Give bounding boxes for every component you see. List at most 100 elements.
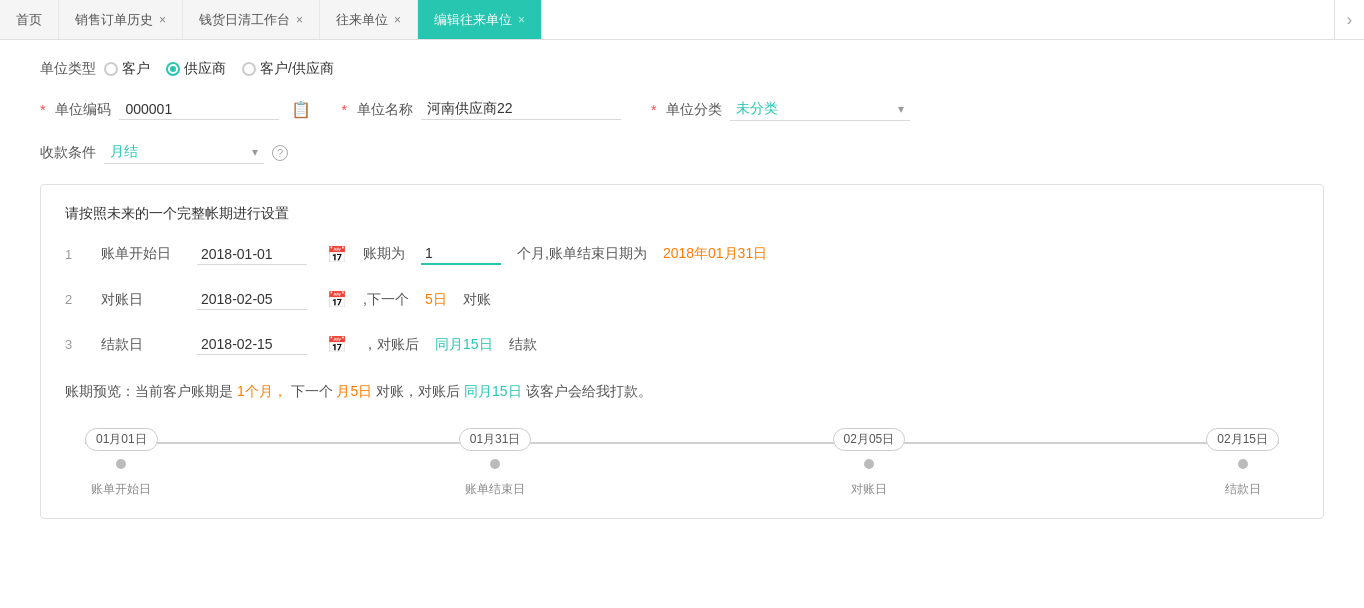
unit-category-label: 单位分类 [666,101,722,119]
timeline-label-2: 对账日 [851,481,887,498]
tab-edit-partner[interactable]: 编辑往来单位 × [418,0,542,39]
radio-customer-circle [104,62,118,76]
tab-cash-work[interactable]: 钱货日清工作台 × [183,0,320,39]
help-icon[interactable]: ? [272,145,288,161]
setting-row-2: 2 对账日 📅 ,下一个 5日 对账 [65,289,1299,310]
row-label-1: 账单开始日 [101,245,181,263]
timeline-dot-2 [864,459,874,469]
period-settings-box: 请按照未来的一个完整帐期进行设置 1 账单开始日 📅 账期为 个月,账单结束日期… [40,184,1324,519]
row-num-3: 3 [65,337,85,352]
preview-pay-suffix: 该客户会给我打款。 [526,383,652,399]
tab-partners-label: 往来单位 [336,11,388,29]
payment-value: 月结 [110,143,246,161]
radio-customer[interactable]: 客户 [104,60,150,78]
radio-supplier-label: 供应商 [184,60,226,78]
reconcile-highlight-day: 5日 [425,291,447,309]
timeline-point-2: 02月05日 对账日 [833,428,906,498]
tab-edit-close[interactable]: × [518,13,525,27]
cat-required: * [651,102,656,118]
timeline-point-1: 01月31日 账单结束日 [459,428,532,498]
payment-date-cal-icon[interactable]: 📅 [327,335,347,354]
radio-both[interactable]: 客户/供应商 [242,60,334,78]
preview-prefix: 账期预览：当前客户账期是 [65,383,233,399]
code-required: * [40,102,45,118]
unit-code-field: * 单位编码 📋 [40,99,311,120]
period-input[interactable] [421,243,501,265]
setting-row-1: 1 账单开始日 📅 账期为 个月,账单结束日期为 2018年01月31日 [65,243,1299,265]
setting-row-3: 3 结款日 📅 ，对账后 同月15日 结款 [65,334,1299,355]
timeline-point-0: 01月01日 账单开始日 [85,428,158,498]
tab-home-label: 首页 [16,11,42,29]
reconcile-date-cal-icon[interactable]: 📅 [327,290,347,309]
tab-cash-close[interactable]: × [296,13,303,27]
preview-reconcile-prefix: 下一个 [291,383,333,399]
payment-desc-suffix: 结款 [509,336,537,354]
radio-supplier-circle [166,62,180,76]
timeline-dot-3 [1238,459,1248,469]
category-dropdown-icon: ▾ [898,102,904,116]
row-num-1: 1 [65,247,85,262]
tab-partners-close[interactable]: × [394,13,401,27]
timeline-badge-2: 02月05日 [833,428,906,451]
unit-code-label: 单位编码 [55,101,111,119]
payment-desc-prefix: ，对账后 [363,336,419,354]
start-date-cal-icon[interactable]: 📅 [327,245,347,264]
timeline-dot-1 [490,459,500,469]
timeline-label-3: 结款日 [1225,481,1261,498]
code-calendar-icon[interactable]: 📋 [291,100,311,119]
name-required: * [341,102,346,118]
period-end-date: 2018年01月31日 [663,245,767,263]
tab-sales-label: 销售订单历史 [75,11,153,29]
unit-info-row: * 单位编码 📋 * 单位名称 * 单位分类 未分类 ▾ [40,98,1324,121]
unit-category-value: 未分类 [736,100,892,118]
radio-supplier[interactable]: 供应商 [166,60,226,78]
unit-name-input[interactable] [421,99,621,120]
period-desc-prefix: 账期为 [363,245,405,263]
row-label-2: 对账日 [101,291,181,309]
reconcile-date-input[interactable] [197,289,307,310]
unit-type-field: 单位类型 客户 供应商 客户/供应商 [40,60,334,78]
main-content: 单位类型 客户 供应商 客户/供应商 * 单位编码 [0,40,1364,608]
unit-name-label: 单位名称 [357,101,413,119]
tab-sales-history[interactable]: 销售订单历史 × [59,0,183,39]
preview-reconcile-suffix: 对账，对账后 [376,383,460,399]
timeline-dot-0 [116,459,126,469]
unit-category-select[interactable]: 未分类 ▾ [730,98,910,121]
tab-sales-close[interactable]: × [159,13,166,27]
unit-category-field: * 单位分类 未分类 ▾ [651,98,910,121]
unit-code-input[interactable] [119,99,279,120]
reconcile-desc-prefix: ,下一个 [363,291,409,309]
payment-select[interactable]: 月结 ▾ [104,141,264,164]
tab-more-arrow[interactable]: › [1334,0,1364,39]
row-label-3: 结款日 [101,336,181,354]
unit-type-row: 单位类型 客户 供应商 客户/供应商 [40,60,1324,78]
timeline-points: 01月01日 账单开始日 01月31日 账单结束日 02月05日 对账日 02月… [85,428,1279,498]
unit-name-field: * 单位名称 [341,99,620,120]
preview-months: 1个月， [237,383,287,399]
timeline-badge-0: 01月01日 [85,428,158,451]
tab-partners[interactable]: 往来单位 × [320,0,418,39]
timeline-label-1: 账单结束日 [465,481,525,498]
preview-text: 账期预览：当前客户账期是 1个月， 下一个 月5日 对账，对账后 同月15日 该… [65,379,1299,404]
tab-cash-label: 钱货日清工作台 [199,11,290,29]
radio-both-circle [242,62,256,76]
tab-bar: 首页 销售订单历史 × 钱货日清工作台 × 往来单位 × 编辑往来单位 × › [0,0,1364,40]
timeline-point-3: 02月15日 结款日 [1206,428,1279,498]
timeline-badge-1: 01月31日 [459,428,532,451]
payment-field: 收款条件 月结 ▾ ? [40,141,288,164]
radio-customer-label: 客户 [122,60,150,78]
tab-home[interactable]: 首页 [0,0,59,39]
payment-date-input[interactable] [197,334,307,355]
preview-reconcile-day: 月5日 [336,383,372,399]
period-desc-suffix: 个月,账单结束日期为 [517,245,647,263]
reconcile-desc-suffix: 对账 [463,291,491,309]
timeline-badge-3: 02月15日 [1206,428,1279,451]
box-title: 请按照未来的一个完整帐期进行设置 [65,205,1299,223]
row-num-2: 2 [65,292,85,307]
payment-row: 收款条件 月结 ▾ ? [40,141,1324,164]
start-date-input[interactable] [197,244,307,265]
unit-type-radios: 客户 供应商 客户/供应商 [104,60,334,78]
payment-dropdown-icon: ▾ [252,145,258,159]
payment-highlight-day: 同月15日 [435,336,493,354]
timeline: 01月01日 账单开始日 01月31日 账单结束日 02月05日 对账日 02月… [65,428,1299,498]
